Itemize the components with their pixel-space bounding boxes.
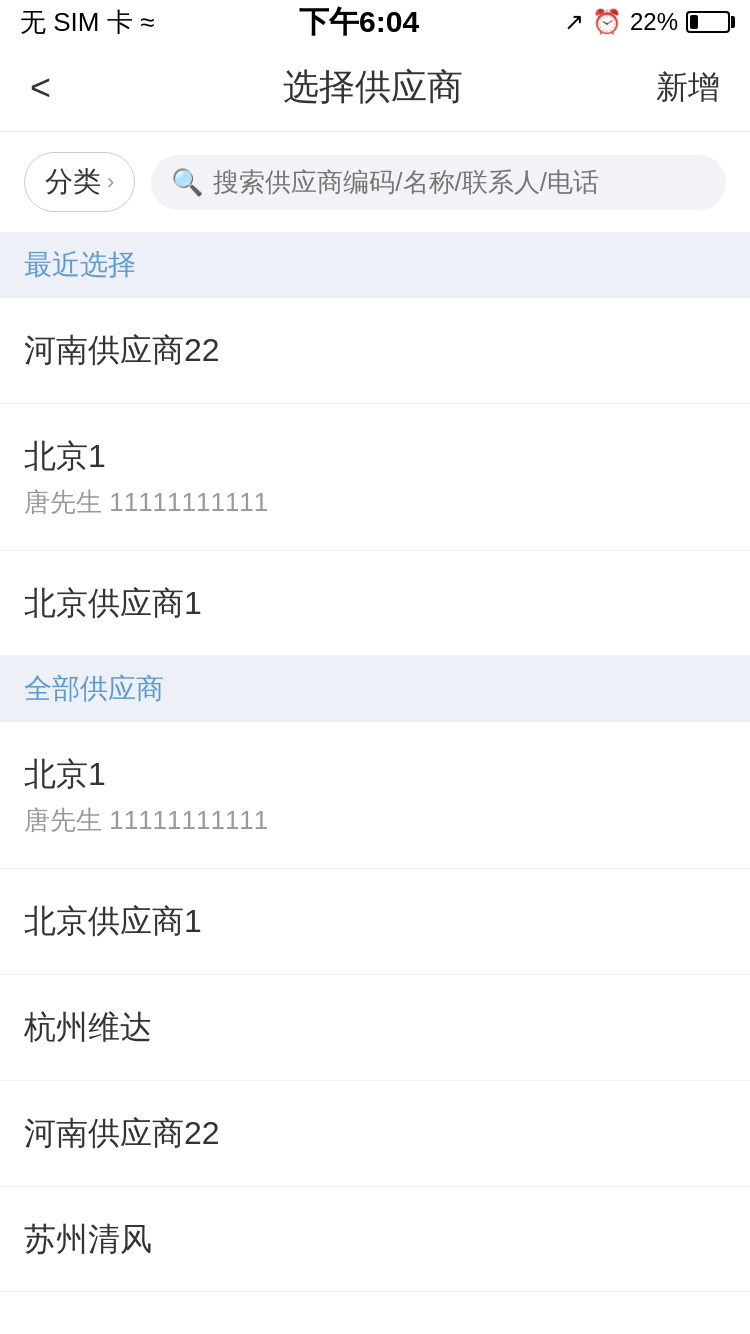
item-name: 河南供应商22 bbox=[24, 1111, 726, 1156]
search-bar: 分类 › 🔍 bbox=[0, 132, 750, 232]
battery-percent: 22% bbox=[630, 8, 678, 36]
all-list: 北京1 唐先生 11111111111 北京供应商1 杭州维达河南供应商22 苏州清风 bbox=[0, 722, 750, 1292]
page-title: 选择供应商 bbox=[283, 63, 463, 112]
item-name: 北京1 bbox=[24, 434, 726, 479]
search-icon: 🔍 bbox=[171, 167, 203, 198]
status-signal: 无 SIM 卡 ≈ bbox=[20, 5, 154, 40]
item-name: 苏州清风 bbox=[24, 1217, 726, 1262]
status-time: 下午6:04 bbox=[299, 2, 419, 43]
recent-section-header: 最近选择 bbox=[0, 232, 750, 298]
search-input[interactable] bbox=[213, 167, 706, 198]
all-section-header: 全部供应商 bbox=[0, 656, 750, 722]
list-item[interactable]: 河南供应商22 bbox=[0, 1081, 750, 1187]
category-button[interactable]: 分类 › bbox=[24, 152, 135, 212]
item-name: 河南供应商22 bbox=[24, 328, 726, 373]
list-item[interactable]: 苏州清风 bbox=[0, 1187, 750, 1293]
item-name: 北京供应商1 bbox=[24, 581, 726, 626]
status-right: ↗ ⏰ 22% bbox=[564, 8, 730, 36]
list-item[interactable]: 北京供应商1 bbox=[0, 869, 750, 975]
list-item[interactable]: 北京供应商1 bbox=[0, 551, 750, 657]
list-item[interactable]: 北京1 唐先生 11111111111 bbox=[0, 404, 750, 551]
list-item[interactable]: 杭州维达 bbox=[0, 975, 750, 1081]
back-button[interactable]: < bbox=[30, 67, 90, 109]
item-name: 杭州维达 bbox=[24, 1005, 726, 1050]
item-sub: 唐先生 11111111111 bbox=[24, 803, 726, 838]
item-name: 北京供应商1 bbox=[24, 899, 726, 944]
add-button[interactable]: 新增 bbox=[656, 66, 720, 110]
recent-list: 河南供应商22 北京1 唐先生 11111111111 北京供应商1 bbox=[0, 298, 750, 656]
category-chevron-icon: › bbox=[107, 169, 114, 195]
item-name: 北京1 bbox=[24, 752, 726, 797]
battery-icon bbox=[686, 11, 730, 33]
search-input-wrap[interactable]: 🔍 bbox=[151, 155, 726, 210]
location-icon: ↗ bbox=[564, 8, 584, 36]
category-label: 分类 bbox=[45, 163, 101, 201]
alarm-icon: ⏰ bbox=[592, 8, 622, 36]
list-item[interactable]: 北京1 唐先生 11111111111 bbox=[0, 722, 750, 869]
nav-bar: < 选择供应商 新增 bbox=[0, 44, 750, 132]
list-item[interactable]: 河南供应商22 bbox=[0, 298, 750, 404]
status-bar: 无 SIM 卡 ≈ 下午6:04 ↗ ⏰ 22% bbox=[0, 0, 750, 44]
item-sub: 唐先生 11111111111 bbox=[24, 485, 726, 520]
